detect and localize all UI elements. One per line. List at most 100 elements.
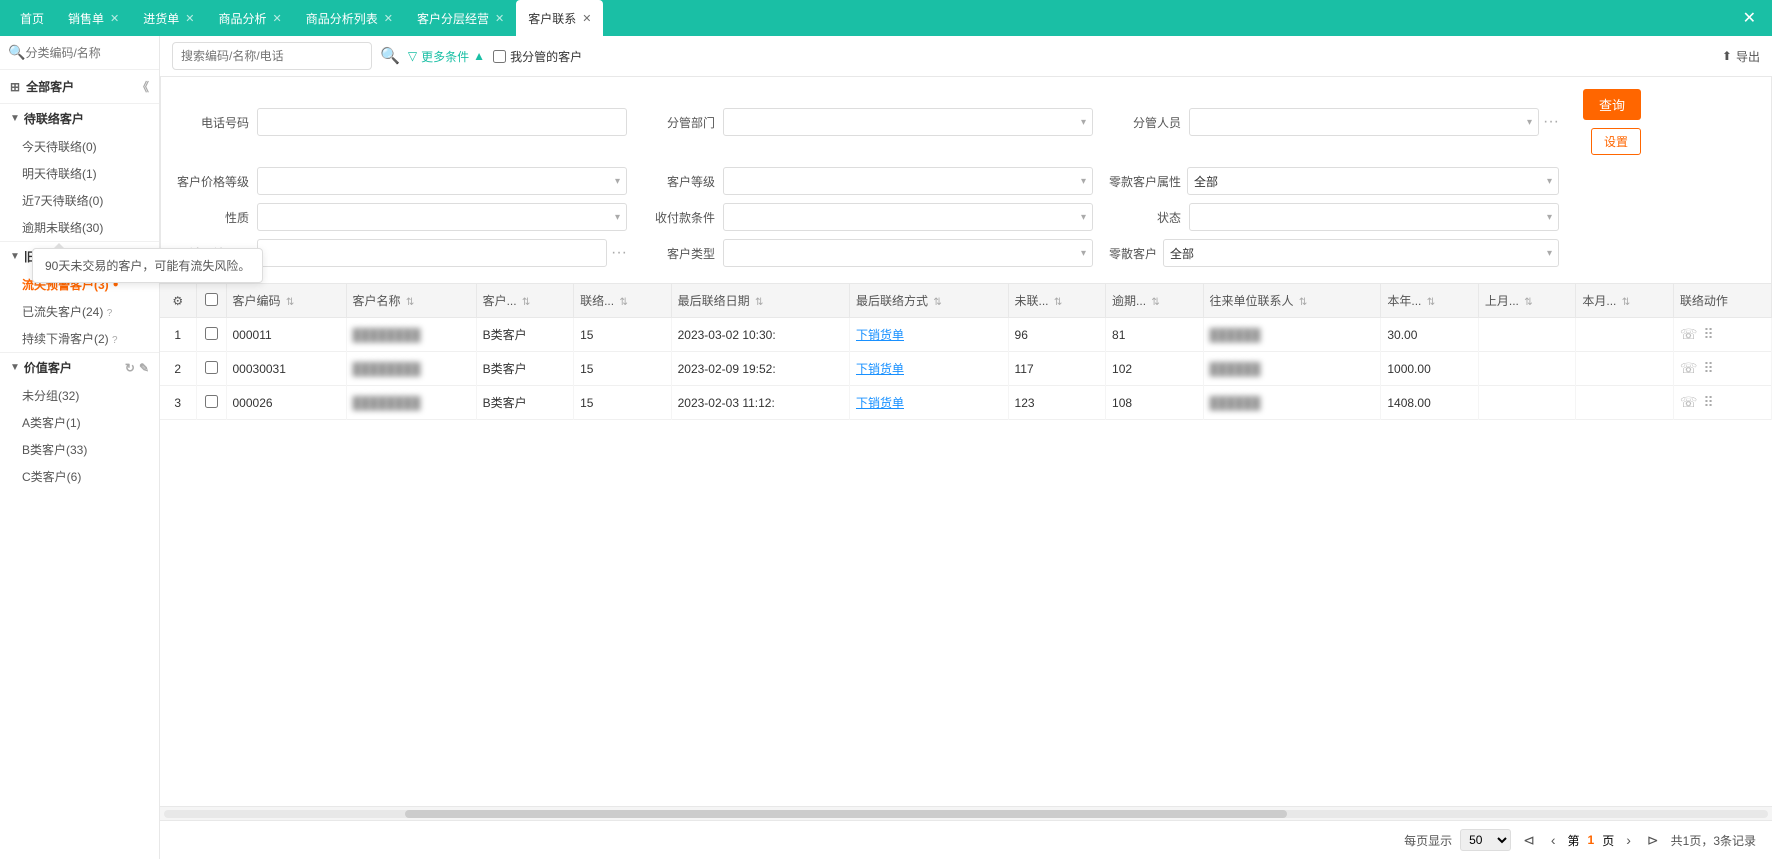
customer-level-select[interactable]: ▾ xyxy=(723,167,1093,195)
sidebar-item-declining[interactable]: 持续下滑客户(2) ? xyxy=(0,325,159,352)
person-more-icon[interactable]: ··· xyxy=(1543,113,1559,131)
refresh-icon[interactable]: ↻ xyxy=(125,361,135,375)
tab-customer-tier[interactable]: 客户分层经营 ✕ xyxy=(405,0,516,36)
window-close-button[interactable]: ✕ xyxy=(1735,8,1764,28)
last-way-link[interactable]: 下销货单 xyxy=(856,396,904,410)
contact-icon[interactable]: ☏ xyxy=(1680,326,1698,343)
th-unlink[interactable]: 未联... ⇅ xyxy=(1008,284,1106,318)
tab-product-analysis[interactable]: 商品分析 ✕ xyxy=(206,0,293,36)
cell-name: ████████ xyxy=(346,352,476,386)
export-button[interactable]: ⬆ 导出 xyxy=(1722,48,1760,65)
sidebar-item-churned[interactable]: 已流失客户(24) ? xyxy=(0,298,159,325)
th-this-month[interactable]: 本月... ⇅ xyxy=(1576,284,1674,318)
row-checkbox[interactable] xyxy=(205,395,218,408)
th-this-year[interactable]: 本年... ⇅ xyxy=(1381,284,1479,318)
more-actions-icon[interactable]: ⠿ xyxy=(1703,326,1713,343)
th-overdue[interactable]: 逾期... ⇅ xyxy=(1106,284,1204,318)
sidebar-group-value[interactable]: ▼ 价值客户 ↻ ✎ xyxy=(0,352,159,382)
th-contact[interactable]: 联络... ⇅ xyxy=(574,284,672,318)
scrollbar-track[interactable] xyxy=(164,810,1768,818)
customer-type-select[interactable]: ▾ xyxy=(723,239,1093,267)
prev-page-button[interactable]: ‹ xyxy=(1547,830,1560,850)
last-page-button[interactable]: ⊳ xyxy=(1643,830,1663,851)
tab-sales[interactable]: 销售单 ✕ xyxy=(56,0,131,36)
payment-select[interactable]: ▾ xyxy=(723,203,1093,231)
th-code[interactable]: 客户编码 ⇅ xyxy=(226,284,346,318)
chevron-down-icon2: ▾ xyxy=(1527,117,1532,128)
person-select[interactable]: ▾ xyxy=(1189,108,1539,136)
th-checkbox[interactable] xyxy=(196,284,226,318)
settings-button[interactable]: 设置 xyxy=(1591,128,1641,155)
cell-checkbox[interactable] xyxy=(196,318,226,352)
sort-icon-date: ⇅ xyxy=(755,297,763,308)
tab-close-analysis-list[interactable]: ✕ xyxy=(384,12,393,25)
sidebar-item-a-class[interactable]: A类客户(1) xyxy=(0,409,159,436)
tab-home[interactable]: 首页 xyxy=(8,0,56,36)
cell-last-month xyxy=(1478,352,1576,386)
first-page-button[interactable]: ⊲ xyxy=(1519,830,1539,851)
sidebar-item-tomorrow[interactable]: 明天待联络(1) xyxy=(0,160,159,187)
collapse-icon[interactable]: 《 xyxy=(137,78,149,95)
region-select[interactable] xyxy=(257,239,607,267)
tab-product-analysis-list[interactable]: 商品分析列表 ✕ xyxy=(294,0,405,36)
th-company-contact[interactable]: 往来单位联系人 ⇅ xyxy=(1203,284,1381,318)
row-checkbox[interactable] xyxy=(205,361,218,374)
cell-last-way[interactable]: 下销货单 xyxy=(849,386,1008,420)
sidebar-item-c-class[interactable]: C类客户(6) xyxy=(0,463,159,490)
tab-close-sales[interactable]: ✕ xyxy=(110,12,119,25)
sidebar-all-customers[interactable]: ⊞ 全部客户 《 xyxy=(0,70,159,104)
sidebar-group-waiting[interactable]: ▼ 待联络客户 xyxy=(0,104,159,133)
scrollbar-thumb[interactable] xyxy=(405,810,1287,818)
tab-close-contact[interactable]: ✕ xyxy=(582,12,591,25)
sidebar-search-input[interactable] xyxy=(25,46,160,60)
price-level-select[interactable]: ▾ xyxy=(257,167,627,195)
edit-icon[interactable]: ✎ xyxy=(139,361,149,375)
cell-last-way[interactable]: 下销货单 xyxy=(849,352,1008,386)
more-actions-icon[interactable]: ⠿ xyxy=(1703,394,1713,411)
th-settings[interactable]: ⚙ xyxy=(160,284,196,318)
th-last-date[interactable]: 最后联络日期 ⇅ xyxy=(671,284,849,318)
filter-more-button[interactable]: ▽ 更多条件 ▲ xyxy=(408,48,485,65)
phone-input[interactable] xyxy=(257,108,627,136)
zero-attr-select[interactable]: 全部 ▾ xyxy=(1187,167,1559,195)
more-actions-icon[interactable]: ⠿ xyxy=(1703,360,1713,377)
sidebar-item-today[interactable]: 今天待联络(0) xyxy=(0,133,159,160)
tab-close-purchase[interactable]: ✕ xyxy=(185,12,194,25)
scattered-select[interactable]: 全部 ▾ xyxy=(1163,239,1559,267)
tab-close-analysis[interactable]: ✕ xyxy=(273,12,282,25)
horizontal-scrollbar[interactable] xyxy=(160,806,1772,820)
contact-icon[interactable]: ☏ xyxy=(1680,394,1698,411)
status-select[interactable]: ▾ xyxy=(1189,203,1559,231)
contact-icon[interactable]: ☏ xyxy=(1680,360,1698,377)
tab-close-tier[interactable]: ✕ xyxy=(495,12,504,25)
chevron-down-icon5: ▾ xyxy=(1547,176,1552,187)
th-last-month[interactable]: 上月... ⇅ xyxy=(1478,284,1576,318)
sidebar-item-b-class[interactable]: B类客户(33) xyxy=(0,436,159,463)
my-customer-checkbox[interactable] xyxy=(493,50,506,63)
sidebar-item-ungroup[interactable]: 未分组(32) xyxy=(0,382,159,409)
field-scattered: 零散客户 全部 ▾ xyxy=(1109,239,1559,267)
th-type[interactable]: 客户... ⇅ xyxy=(476,284,574,318)
tab-purchase[interactable]: 进货单 ✕ xyxy=(131,0,206,36)
tab-customer-contact[interactable]: 客户联系 ✕ xyxy=(516,0,603,36)
row-checkbox[interactable] xyxy=(205,327,218,340)
th-name[interactable]: 客户名称 ⇅ xyxy=(346,284,476,318)
last-way-link[interactable]: 下销货单 xyxy=(856,328,904,342)
last-way-link[interactable]: 下销货单 xyxy=(856,362,904,376)
sidebar-item-overdue[interactable]: 逾期未联络(30) xyxy=(0,214,159,241)
main-search-button[interactable]: 🔍 xyxy=(380,46,400,66)
nature-select[interactable]: ▾ xyxy=(257,203,627,231)
th-last-way[interactable]: 最后联络方式 ⇅ xyxy=(849,284,1008,318)
query-button[interactable]: 查询 xyxy=(1583,89,1641,120)
region-more-icon[interactable]: ··· xyxy=(611,244,627,262)
cell-checkbox[interactable] xyxy=(196,352,226,386)
dept-select[interactable]: ▾ xyxy=(723,108,1093,136)
next-page-button[interactable]: › xyxy=(1622,830,1635,850)
per-page-select[interactable]: 50 20 100 xyxy=(1460,829,1511,851)
sidebar-item-7days[interactable]: 近7天待联络(0) xyxy=(0,187,159,214)
select-all-checkbox[interactable] xyxy=(205,293,218,306)
main-search-input[interactable] xyxy=(172,42,372,70)
cell-last-way[interactable]: 下销货单 xyxy=(849,318,1008,352)
cell-checkbox[interactable] xyxy=(196,386,226,420)
chevron-down-icon8: ▾ xyxy=(1547,212,1552,223)
